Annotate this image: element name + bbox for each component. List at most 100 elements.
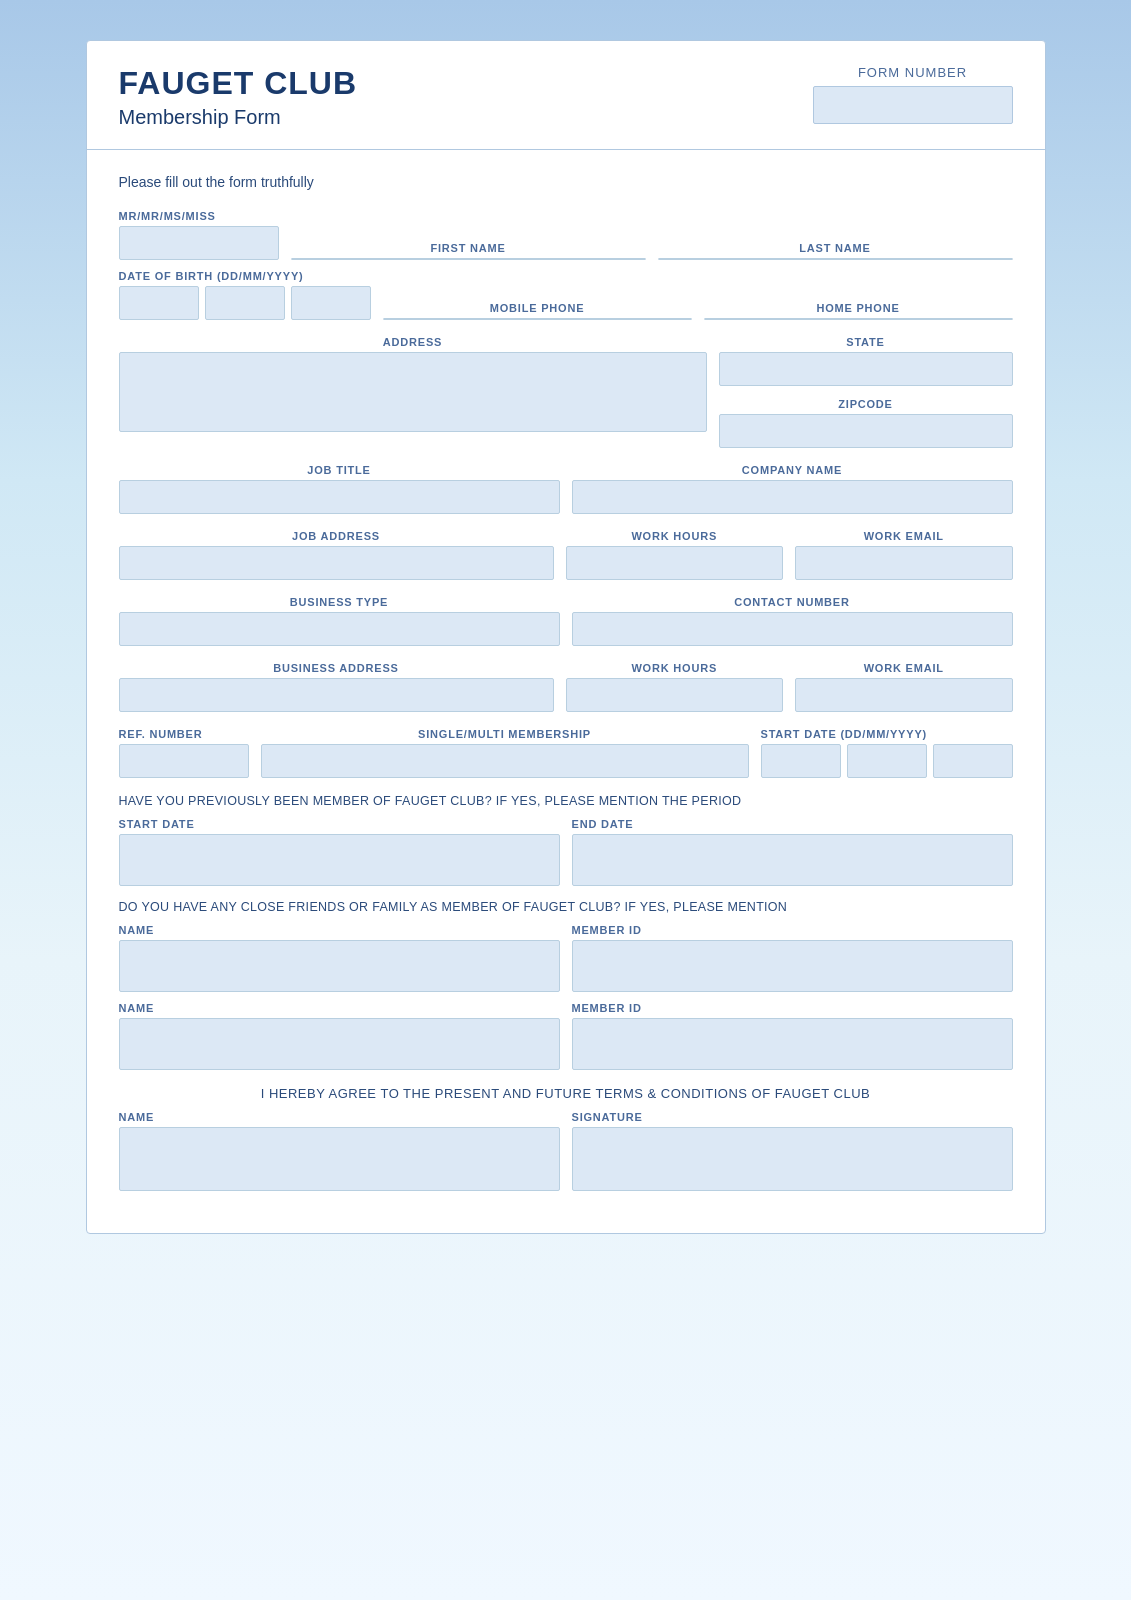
field-state-zip: STATE ZIPCODE bbox=[719, 336, 1013, 448]
label-title: MR/MR/MS/MISS bbox=[119, 210, 279, 222]
label-ref-number: REF. NUMBER bbox=[119, 728, 249, 740]
field-name1: NAME bbox=[119, 924, 560, 992]
field-business-address: BUSINESS ADDRESS bbox=[119, 662, 554, 712]
field-mobile: MOBILE PHONE bbox=[383, 302, 692, 320]
field-name-signature: NAME bbox=[119, 1111, 560, 1191]
input-last-name[interactable] bbox=[658, 258, 1013, 260]
row-period: START DATE END DATE bbox=[119, 818, 1013, 886]
input-job-title[interactable] bbox=[119, 480, 560, 514]
row-business: BUSINESS TYPE CONTACT NUMBER bbox=[119, 596, 1013, 646]
label-name1: NAME bbox=[119, 924, 560, 936]
instruction-text: Please fill out the form truthfully bbox=[119, 174, 1013, 190]
input-business-type[interactable] bbox=[119, 612, 560, 646]
label-business-type: BUSINESS TYPE bbox=[119, 596, 560, 608]
input-work-email2[interactable] bbox=[795, 678, 1013, 712]
input-member-id1[interactable] bbox=[572, 940, 1013, 992]
label-work-email2: WORK EMAIL bbox=[795, 662, 1013, 674]
field-ref-number: REF. NUMBER bbox=[119, 728, 249, 778]
field-work-email: WORK EMAIL bbox=[795, 530, 1013, 580]
field-work-email2: WORK EMAIL bbox=[795, 662, 1013, 712]
input-member-id2[interactable] bbox=[572, 1018, 1013, 1070]
form-number-block: FORM NUMBER bbox=[813, 65, 1013, 124]
start-date-parts bbox=[761, 744, 1013, 778]
input-work-hours[interactable] bbox=[566, 546, 784, 580]
club-name: FAUGET CLUB bbox=[119, 65, 358, 102]
field-contact-number: CONTACT NUMBER bbox=[572, 596, 1013, 646]
field-title: MR/MR/MS/MISS bbox=[119, 210, 279, 260]
row-job: JOB TITLE COMPANY NAME bbox=[119, 464, 1013, 514]
form-header: FAUGET CLUB Membership Form FORM NUMBER bbox=[87, 41, 1045, 150]
row-dob: DATE OF BIRTH (DD/MM/YYYY) MOBILE PHONE … bbox=[119, 270, 1013, 320]
input-start-date-period[interactable] bbox=[119, 834, 560, 886]
input-contact-number[interactable] bbox=[572, 612, 1013, 646]
input-start-dd[interactable] bbox=[761, 744, 841, 778]
input-company-name[interactable] bbox=[572, 480, 1013, 514]
input-single-multi[interactable] bbox=[261, 744, 749, 778]
input-name1[interactable] bbox=[119, 940, 560, 992]
label-home-phone: HOME PHONE bbox=[704, 302, 1013, 314]
input-dob-mm[interactable] bbox=[205, 286, 285, 320]
label-end-date-period: END DATE bbox=[572, 818, 1013, 830]
input-address[interactable] bbox=[119, 352, 707, 432]
form-type: Membership Form bbox=[119, 106, 358, 129]
input-ref-number[interactable] bbox=[119, 744, 249, 778]
label-work-email: WORK EMAIL bbox=[795, 530, 1013, 542]
field-member-id2: MEMBER ID bbox=[572, 1002, 1013, 1070]
previous-member-question: HAVE YOU PREVIOUSLY BEEN MEMBER OF FAUGE… bbox=[119, 794, 1013, 808]
input-dob-yyyy[interactable] bbox=[291, 286, 371, 320]
label-start-date-period: START DATE bbox=[119, 818, 560, 830]
input-name2[interactable] bbox=[119, 1018, 560, 1070]
form-number-input[interactable] bbox=[813, 86, 1013, 124]
input-title[interactable] bbox=[119, 226, 279, 260]
label-work-hours: WORK HOURS bbox=[566, 530, 784, 542]
title-block: FAUGET CLUB Membership Form bbox=[119, 65, 358, 129]
input-job-address[interactable] bbox=[119, 546, 554, 580]
row-ref: REF. NUMBER SINGLE/MULTI MEMBERSHIP STAR… bbox=[119, 728, 1013, 778]
row-job-address: JOB ADDRESS WORK HOURS WORK EMAIL bbox=[119, 530, 1013, 580]
input-state[interactable] bbox=[719, 352, 1013, 386]
row-business-address: BUSINESS ADDRESS WORK HOURS WORK EMAIL bbox=[119, 662, 1013, 712]
input-first-name[interactable] bbox=[291, 258, 646, 260]
field-home-phone: HOME PHONE bbox=[704, 302, 1013, 320]
input-end-date-period[interactable] bbox=[572, 834, 1013, 886]
input-work-hours2[interactable] bbox=[566, 678, 784, 712]
field-first-name: FIRST NAME bbox=[291, 242, 646, 260]
field-start-date-period: START DATE bbox=[119, 818, 560, 886]
input-zipcode[interactable] bbox=[719, 414, 1013, 448]
label-address: ADDRESS bbox=[119, 336, 707, 348]
field-job-title: JOB TITLE bbox=[119, 464, 560, 514]
field-work-hours: WORK HOURS bbox=[566, 530, 784, 580]
label-business-address: BUSINESS ADDRESS bbox=[119, 662, 554, 674]
row-signature: NAME SIGNATURE bbox=[119, 1111, 1013, 1191]
field-last-name: LAST NAME bbox=[658, 242, 1013, 260]
label-job-title: JOB TITLE bbox=[119, 464, 560, 476]
form-number-label: FORM NUMBER bbox=[813, 65, 1013, 80]
label-zipcode: ZIPCODE bbox=[719, 398, 1013, 410]
label-name-signature: NAME bbox=[119, 1111, 560, 1123]
form-body: Please fill out the form truthfully MR/M… bbox=[87, 150, 1045, 1233]
dob-parts bbox=[119, 286, 371, 320]
input-signature[interactable] bbox=[572, 1127, 1013, 1191]
terms-text: I HEREBY AGREE TO THE PRESENT AND FUTURE… bbox=[119, 1086, 1013, 1101]
row-friend1: NAME MEMBER ID bbox=[119, 924, 1013, 992]
label-start-date: START DATE (DD/MM/YYYY) bbox=[761, 728, 1013, 740]
field-job-address: JOB ADDRESS bbox=[119, 530, 554, 580]
label-dob: DATE OF BIRTH (DD/MM/YYYY) bbox=[119, 270, 371, 282]
input-name-signature[interactable] bbox=[119, 1127, 560, 1191]
input-dob-dd[interactable] bbox=[119, 286, 199, 320]
label-name2: NAME bbox=[119, 1002, 560, 1014]
field-start-date: START DATE (DD/MM/YYYY) bbox=[761, 728, 1013, 778]
input-start-mm[interactable] bbox=[847, 744, 927, 778]
label-signature: SIGNATURE bbox=[572, 1111, 1013, 1123]
field-name2: NAME bbox=[119, 1002, 560, 1070]
input-work-email[interactable] bbox=[795, 546, 1013, 580]
label-single-multi: SINGLE/MULTI MEMBERSHIP bbox=[261, 728, 749, 740]
input-start-yyyy[interactable] bbox=[933, 744, 1013, 778]
input-mobile[interactable] bbox=[383, 318, 692, 320]
input-business-address[interactable] bbox=[119, 678, 554, 712]
form-container: FAUGET CLUB Membership Form FORM NUMBER … bbox=[86, 40, 1046, 1234]
label-company-name: COMPANY NAME bbox=[572, 464, 1013, 476]
input-home-phone[interactable] bbox=[704, 318, 1013, 320]
field-company-name: COMPANY NAME bbox=[572, 464, 1013, 514]
field-member-id1: MEMBER ID bbox=[572, 924, 1013, 992]
